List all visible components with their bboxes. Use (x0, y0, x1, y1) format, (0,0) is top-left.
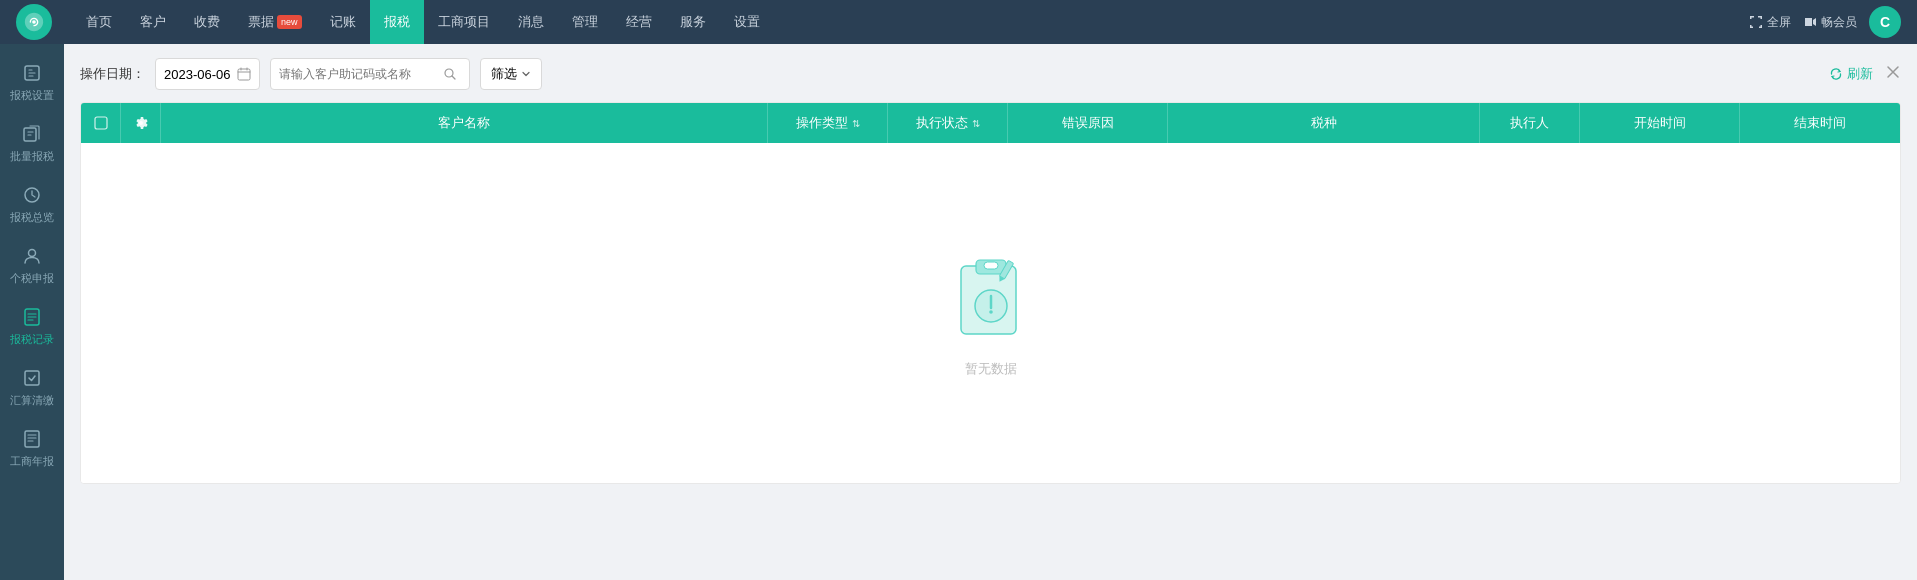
sidebar-item-tax-settings[interactable]: 报税设置 (0, 52, 64, 113)
nav-message[interactable]: 消息 (504, 0, 558, 44)
nav-badge-new: new (277, 15, 302, 30)
svg-rect-8 (238, 69, 250, 80)
th-op-type[interactable]: 操作类型 ⇅ (768, 103, 888, 143)
batch-tax-icon (21, 123, 43, 145)
fullscreen-icon (1749, 15, 1763, 29)
th-exec-status[interactable]: 执行状态 ⇅ (888, 103, 1008, 143)
svg-point-0 (32, 20, 36, 24)
svg-rect-13 (984, 262, 998, 269)
svg-rect-7 (25, 431, 39, 447)
sidebar-label-annual-settlement: 汇算清缴 (10, 393, 54, 408)
empty-state: 暂无数据 (906, 208, 1076, 418)
nav-business[interactable]: 工商项目 (424, 0, 504, 44)
sidebar-label-tax-record: 报税记录 (10, 332, 54, 347)
gear-icon (133, 115, 149, 131)
svg-rect-10 (95, 117, 107, 129)
th-error-reason: 错误原因 (1008, 103, 1168, 143)
toolbar-right: 刷新 (1829, 64, 1901, 84)
nav-invoice[interactable]: 票据 new (234, 0, 316, 44)
nav-operation[interactable]: 经营 (612, 0, 666, 44)
search-input[interactable] (279, 67, 439, 81)
search-box[interactable] (270, 58, 470, 90)
svg-point-15 (989, 310, 993, 314)
nav-tax[interactable]: 报税 (370, 0, 424, 44)
close-button[interactable] (1885, 64, 1901, 84)
sidebar-item-personal-tax[interactable]: 个税申报 (0, 235, 64, 296)
sidebar-item-tax-record[interactable]: 报税记录 (0, 296, 64, 357)
main-content: 操作日期： 2023-06-06 筛选 (64, 44, 1917, 580)
sidebar-item-batch-tax[interactable]: 批量报税 (0, 113, 64, 174)
nav-items: 首页 客户 收费 票据 new 记账 报税 工商项目 消息 管理 经营 服务 设… (72, 0, 1749, 44)
layout: 报税设置 批量报税 报税总览 (0, 44, 1917, 580)
nav-home[interactable]: 首页 (72, 0, 126, 44)
sort-op-icon: ⇅ (852, 118, 860, 129)
calendar-icon (237, 67, 251, 81)
tax-record-icon (21, 306, 43, 328)
sidebar-label-tax-overview: 报税总览 (10, 210, 54, 225)
table-body: 暂无数据 (81, 143, 1900, 483)
fullscreen-button[interactable]: 全屏 (1749, 14, 1791, 31)
svg-rect-6 (25, 371, 39, 385)
tax-settings-icon (21, 62, 43, 84)
video-icon (1803, 15, 1817, 29)
sidebar-item-tax-overview[interactable]: 报税总览 (0, 174, 64, 235)
filter-button[interactable]: 筛选 (480, 58, 542, 90)
refresh-label: 刷新 (1847, 65, 1873, 83)
sidebar-label-annual-report: 工商年报 (10, 454, 54, 469)
sort-status-icon: ⇅ (972, 118, 980, 129)
sidebar-label-tax-settings: 报税设置 (10, 88, 54, 103)
table-wrap: 客户名称 操作类型 ⇅ 执行状态 ⇅ 错误原因 税种 执行人 (80, 102, 1901, 484)
th-end-time: 结束时间 (1740, 103, 1900, 143)
sidebar-label-batch-tax: 批量报税 (10, 149, 54, 164)
sidebar: 报税设置 批量报税 报税总览 (0, 44, 64, 580)
empty-illustration (946, 248, 1036, 348)
logo[interactable] (16, 4, 52, 40)
empty-text: 暂无数据 (965, 360, 1017, 378)
date-picker[interactable]: 2023-06-06 (155, 58, 260, 90)
sidebar-item-annual-report[interactable]: 工商年报 (0, 418, 64, 479)
date-value: 2023-06-06 (164, 67, 231, 82)
filter-label: 筛选 (491, 65, 517, 83)
th-checkbox[interactable] (81, 103, 121, 143)
date-label: 操作日期： (80, 65, 145, 83)
close-icon (1885, 64, 1901, 80)
nav-bookkeeping[interactable]: 记账 (316, 0, 370, 44)
annual-settlement-icon (21, 367, 43, 389)
annual-report-icon (21, 428, 43, 450)
toolbar: 操作日期： 2023-06-06 筛选 (80, 58, 1901, 90)
top-nav: 首页 客户 收费 票据 new 记账 报税 工商项目 消息 管理 经营 服务 设… (0, 0, 1917, 44)
refresh-button[interactable]: 刷新 (1829, 65, 1873, 83)
top-nav-right: 全屏 畅会员 C (1749, 6, 1901, 38)
nav-service[interactable]: 服务 (666, 0, 720, 44)
table-header: 客户名称 操作类型 ⇅ 执行状态 ⇅ 错误原因 税种 执行人 (81, 103, 1900, 143)
nav-settings[interactable]: 设置 (720, 0, 774, 44)
th-executor: 执行人 (1480, 103, 1580, 143)
avatar[interactable]: C (1869, 6, 1901, 38)
th-tax-type: 税种 (1168, 103, 1480, 143)
sidebar-label-personal-tax: 个税申报 (10, 271, 54, 286)
nav-customer[interactable]: 客户 (126, 0, 180, 44)
nav-fee[interactable]: 收费 (180, 0, 234, 44)
checkbox-icon (94, 116, 108, 130)
th-name: 客户名称 (161, 103, 768, 143)
nav-manage[interactable]: 管理 (558, 0, 612, 44)
svg-point-4 (29, 250, 36, 257)
personal-tax-icon (21, 245, 43, 267)
sidebar-item-annual-settlement[interactable]: 汇算清缴 (0, 357, 64, 418)
tax-overview-icon (21, 184, 43, 206)
member-button[interactable]: 畅会员 (1803, 14, 1857, 31)
chevron-down-icon (521, 69, 531, 79)
th-gear[interactable] (121, 103, 161, 143)
search-icon (443, 67, 457, 81)
refresh-icon (1829, 67, 1843, 81)
th-start-time: 开始时间 (1580, 103, 1740, 143)
